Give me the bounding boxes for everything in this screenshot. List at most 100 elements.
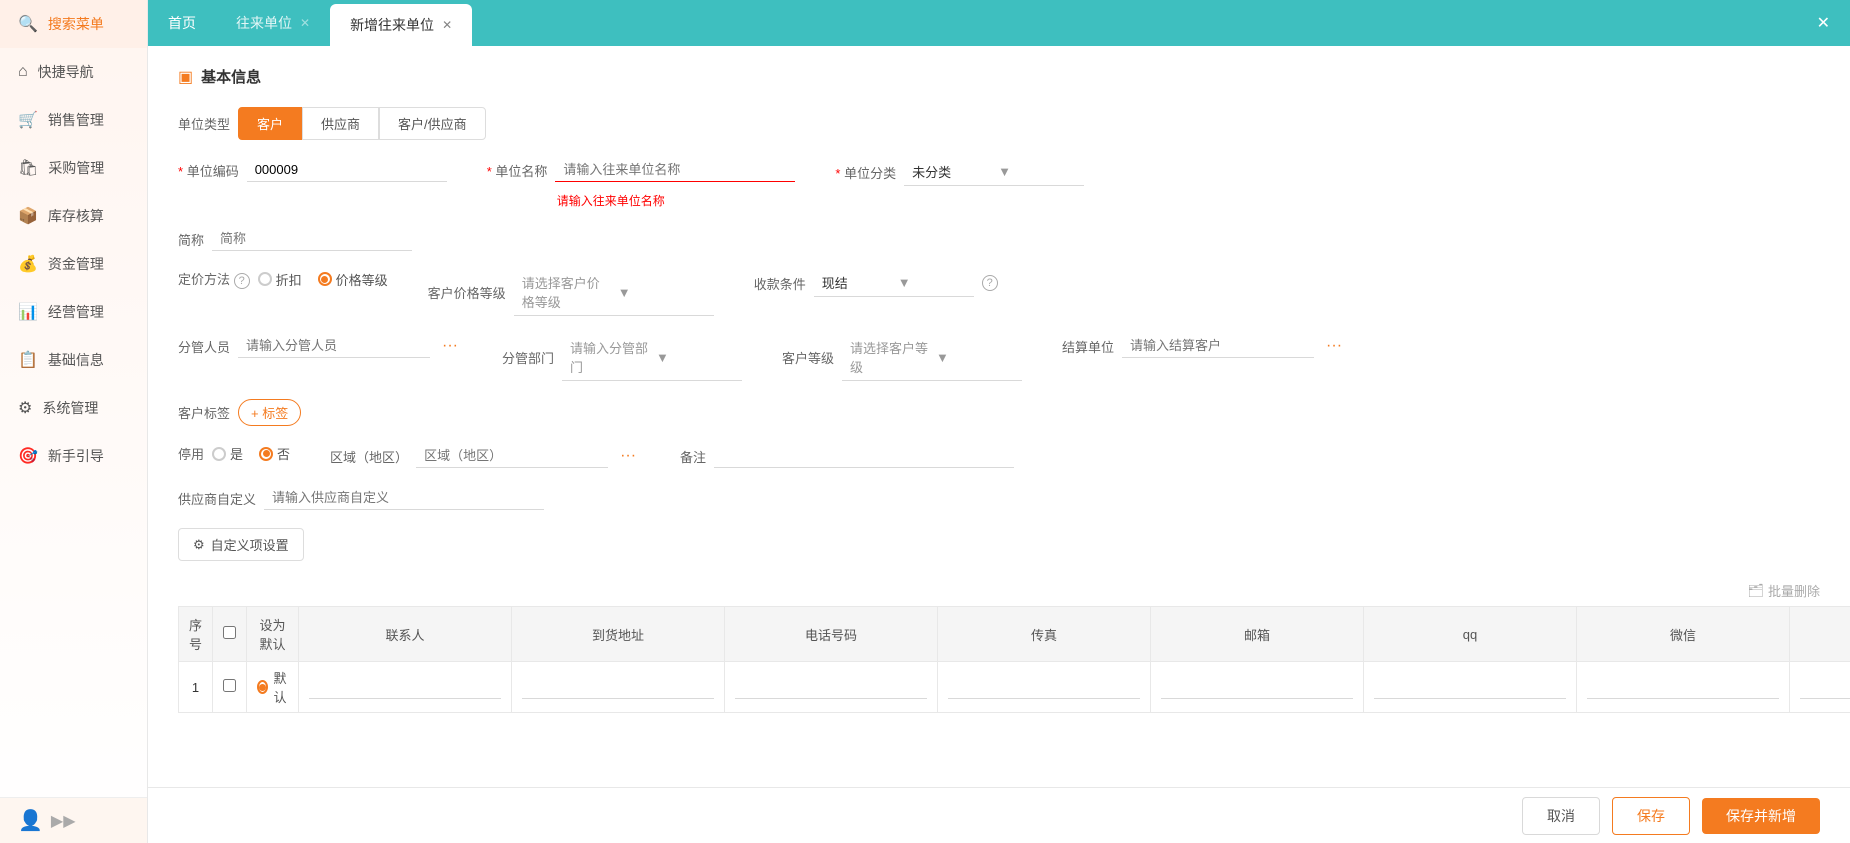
supplier-custom-group: 供应商自定义: [178, 486, 544, 510]
row-checkbox[interactable]: [223, 679, 236, 692]
add-tag-button[interactable]: + 标签: [238, 399, 301, 426]
row-email-input[interactable]: [1161, 675, 1353, 699]
short-name-input[interactable]: [212, 227, 412, 251]
table-actions: 🗂 批量删除: [178, 581, 1820, 600]
code-name-category-row: * 单位编码 * 单位名称 请输入往来单位名称 * 单位分类: [178, 158, 1820, 209]
remark-group: 备注: [680, 444, 1014, 468]
price-level-radio-dot: [321, 276, 328, 283]
sidebar-item-operation[interactable]: 📊 经营管理: [0, 288, 147, 336]
customer-level-group: 客户等级 请选择客户等级 ▼: [782, 334, 1022, 381]
basic-icon: 📋: [18, 350, 38, 370]
close-partners-tab[interactable]: ✕: [300, 16, 310, 30]
remark-input[interactable]: [714, 444, 1014, 468]
tab-home[interactable]: 首页: [148, 0, 216, 46]
price-level-radio-circle: [318, 272, 332, 286]
sidebar-item-basic[interactable]: 📋 基础信息: [0, 336, 147, 384]
row-phone: [725, 662, 938, 713]
supplier-custom-input[interactable]: [264, 486, 544, 510]
settlement-more-btn[interactable]: ···: [1322, 337, 1346, 355]
payment-terms-select[interactable]: 现结 ▼: [814, 269, 974, 297]
customer-price-level-select[interactable]: 请选择客户价格等级 ▼: [514, 269, 714, 316]
radio-discount[interactable]: 折扣: [258, 270, 302, 289]
supervisor-more-btn[interactable]: ···: [438, 337, 462, 355]
payment-help-icon[interactable]: ?: [982, 275, 998, 291]
region-input[interactable]: [416, 444, 608, 468]
col-check: [213, 607, 247, 662]
radio-disabled-yes[interactable]: 是: [212, 444, 243, 463]
unit-name-input[interactable]: [555, 158, 795, 182]
unit-category-select[interactable]: 未分类 ▼: [904, 158, 1084, 186]
batch-delete-button[interactable]: 🗂 批量删除: [1747, 581, 1820, 600]
payment-terms-dropdown-arrow: ▼: [898, 275, 966, 290]
custom-settings-row: ⚙ 自定义项设置: [178, 528, 1820, 561]
dept-group: 分管部门 请输入分管部门 ▼: [502, 334, 742, 381]
inventory-icon: 📦: [18, 206, 38, 226]
unit-type-label: 单位类型: [178, 114, 230, 133]
pricing-method-label: 定价方法 ?: [178, 269, 250, 289]
customer-level-select[interactable]: 请选择客户等级 ▼: [842, 334, 1022, 381]
row-region: [1790, 662, 1850, 713]
supplier-custom-row: 供应商自定义: [178, 486, 1820, 510]
sidebar-item-purchase[interactable]: 🛍 采购管理: [0, 144, 147, 192]
select-all-checkbox[interactable]: [223, 626, 236, 639]
row-email: [1151, 662, 1364, 713]
dept-dropdown-arrow: ▼: [656, 350, 734, 365]
section-icon: ▣: [178, 67, 193, 87]
close-new-partner-tab[interactable]: ✕: [442, 18, 452, 32]
settlement-group: 结算单位 ···: [1062, 334, 1346, 358]
region-label: 区域（地区）: [330, 447, 408, 466]
pricing-row: 定价方法 ? 折扣 价格等级 客户价格: [178, 269, 1820, 316]
sidebar-item-quicknav[interactable]: ⌂ 快捷导航: [0, 48, 147, 96]
unit-type-customer[interactable]: 客户: [238, 107, 302, 140]
unit-code-input[interactable]: [247, 158, 447, 182]
section-header: ▣ 基本信息: [178, 66, 1820, 87]
tag-row: 客户标签 + 标签: [178, 399, 1820, 426]
radio-disabled-no[interactable]: 否: [259, 444, 290, 463]
unit-category-label: * 单位分类: [835, 163, 896, 182]
unit-category-group: * 单位分类 未分类 ▼: [835, 158, 1084, 186]
row-fax-input[interactable]: [948, 675, 1140, 699]
col-email: 邮箱: [1151, 607, 1364, 662]
sidebar-bottom: 👤 ▶▶: [0, 797, 147, 843]
custom-settings-btn[interactable]: ⚙ 自定义项设置: [178, 528, 304, 561]
sidebar-item-sales[interactable]: 🛒 销售管理: [0, 96, 147, 144]
settlement-label: 结算单位: [1062, 337, 1114, 356]
system-icon: ⚙: [18, 398, 32, 418]
row-qq-input[interactable]: [1374, 675, 1566, 699]
disabled-group: 停用 是 否: [178, 444, 290, 463]
disabled-label: 停用: [178, 444, 204, 463]
save-and-new-button[interactable]: 保存并新增: [1702, 798, 1820, 834]
row-check: [213, 662, 247, 713]
sidebar-item-guide[interactable]: 🎯 新手引导: [0, 432, 147, 480]
save-button[interactable]: 保存: [1612, 797, 1690, 835]
sidebar-item-finance[interactable]: 💰 资金管理: [0, 240, 147, 288]
unit-type-supplier[interactable]: 供应商: [302, 107, 379, 140]
tab-new-partner[interactable]: 新增往来单位 ✕: [330, 4, 472, 46]
row-address-input[interactable]: [522, 675, 714, 699]
row-phone-input[interactable]: [735, 675, 927, 699]
radio-price-level[interactable]: 价格等级: [318, 270, 388, 289]
pricing-radio-group: 折扣 价格等级: [258, 270, 388, 289]
tab-partners[interactable]: 往来单位 ✕: [216, 0, 330, 46]
dept-select[interactable]: 请输入分管部门 ▼: [562, 334, 742, 381]
customer-price-level-label: 客户价格等级: [428, 283, 506, 302]
row-default-radio[interactable]: 默认: [257, 668, 288, 706]
customer-tag-group: 客户标签 + 标签: [178, 399, 301, 426]
row-wechat-input[interactable]: [1587, 675, 1779, 699]
purchase-icon: 🛍: [18, 158, 38, 178]
sidebar-item-system[interactable]: ⚙ 系统管理: [0, 384, 147, 432]
settlement-input[interactable]: [1122, 334, 1314, 358]
unit-type-both[interactable]: 客户/供应商: [379, 107, 486, 140]
main-area: 首页 往来单位 ✕ 新增往来单位 ✕ ✕ ▣ 基本信息 单位类型 客户 供应商 …: [148, 0, 1850, 843]
region-more-btn[interactable]: ···: [616, 447, 640, 465]
close-all-button[interactable]: ✕: [1809, 9, 1838, 37]
supervisor-row: 分管人员 ··· 分管部门 请输入分管部门 ▼ 客户等级 请选择客户等级 ▼ 结…: [178, 334, 1820, 381]
unit-name-error: 请输入往来单位名称: [557, 192, 665, 209]
cancel-button[interactable]: 取消: [1522, 797, 1600, 835]
sidebar-item-inventory[interactable]: 📦 库存核算: [0, 192, 147, 240]
supervisor-input[interactable]: [238, 334, 430, 358]
row-region-input[interactable]: [1800, 675, 1850, 699]
sidebar-item-search[interactable]: 🔍 搜索菜单: [0, 0, 147, 48]
row-contact-input[interactable]: [309, 675, 501, 699]
pricing-help-icon[interactable]: ?: [234, 273, 250, 289]
